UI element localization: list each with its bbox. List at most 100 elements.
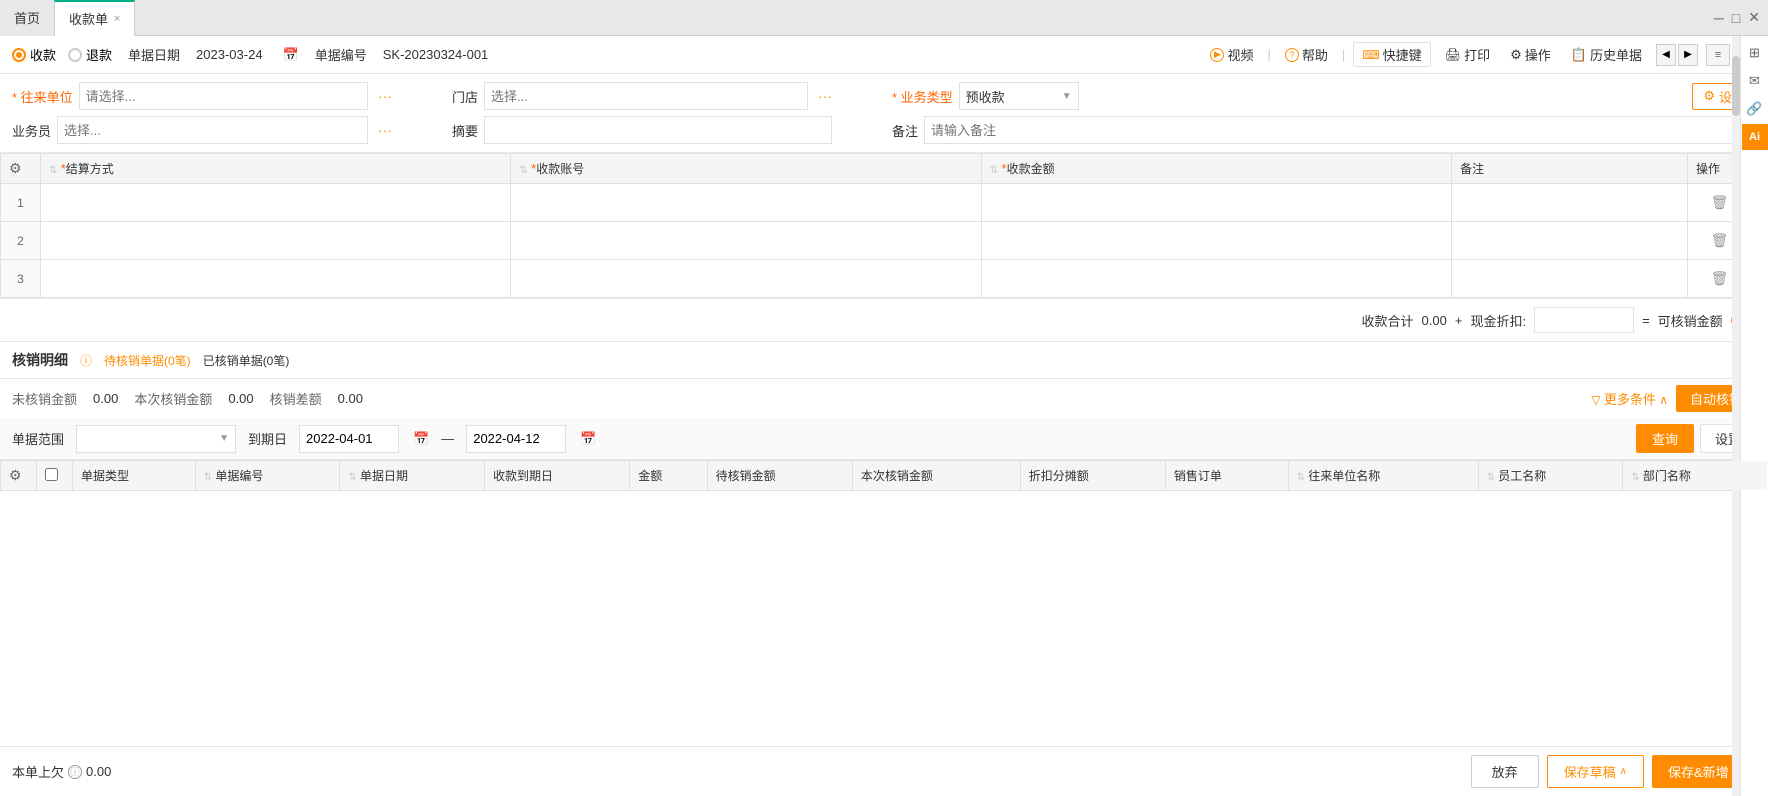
- save-draft-label: 保存草稿: [1564, 762, 1616, 781]
- amount-cell-3[interactable]: [981, 260, 1451, 298]
- ops-icon: ⚙: [1510, 47, 1522, 63]
- counterpart-input[interactable]: [79, 82, 368, 110]
- receipt-radio-dot: [12, 48, 26, 62]
- btth-check: [37, 461, 73, 491]
- th-amount: ⇅ *收款金额: [981, 154, 1451, 184]
- done-tag[interactable]: 已核销单据(0笔): [203, 352, 290, 369]
- receipt-radio[interactable]: 收款: [12, 45, 56, 64]
- staff-more-icon[interactable]: ···: [378, 122, 392, 138]
- history-button[interactable]: 📋 历史单据: [1565, 43, 1648, 66]
- table-row: 1 🗑 ⧉: [1, 184, 1768, 222]
- query-button[interactable]: 查询: [1636, 424, 1694, 453]
- bt-docnum-sort[interactable]: ⇅: [204, 472, 212, 483]
- history-label: 历史单据: [1590, 45, 1642, 64]
- store-input[interactable]: [484, 82, 808, 110]
- discount-input[interactable]: [1534, 307, 1634, 333]
- tab-home[interactable]: 首页: [0, 0, 54, 36]
- remark-input[interactable]: [924, 116, 1756, 144]
- tab-close-icon[interactable]: ×: [114, 13, 120, 25]
- sidebar-table-icon[interactable]: ⊞: [1742, 40, 1768, 66]
- next-button[interactable]: ▶: [1678, 44, 1698, 66]
- range-label: 单据范围: [12, 429, 64, 448]
- row-num-2: 2: [1, 222, 41, 260]
- th-settings: ⚙: [1, 154, 41, 184]
- sidebar-ai-icon[interactable]: Ai: [1742, 124, 1768, 150]
- table-row: 3 🗑 ⧉: [1, 260, 1768, 298]
- scrollbar-thumb[interactable]: [1732, 56, 1740, 116]
- bt-settings-icon[interactable]: ⚙: [9, 467, 22, 483]
- staff-field: 业务员 ···: [12, 116, 392, 144]
- staff-input[interactable]: [57, 116, 368, 144]
- delete-row-3-icon[interactable]: 🗑: [1711, 270, 1729, 287]
- save-draft-button[interactable]: 保存草稿 ∧: [1547, 755, 1644, 788]
- counterpart-field: * 往来单位 ···: [12, 82, 392, 110]
- account-cell-2[interactable]: [511, 222, 981, 260]
- abandon-button[interactable]: 放弃: [1471, 755, 1539, 788]
- calendar-icon[interactable]: 📅: [283, 47, 299, 63]
- biz-type-value: 预收款: [966, 87, 1056, 106]
- sidebar-attach-icon[interactable]: 🔗: [1742, 96, 1768, 122]
- help-label: 帮助: [1302, 45, 1328, 64]
- settle-cell-3[interactable]: [41, 260, 511, 298]
- bt-dept-sort[interactable]: ⇅: [1631, 472, 1639, 483]
- remark-cell-2[interactable]: [1452, 222, 1688, 260]
- verify-info-icon[interactable]: ⓘ: [80, 352, 92, 369]
- bt-staff-sort[interactable]: ⇅: [1487, 472, 1495, 483]
- settle-cell-2[interactable]: [41, 222, 511, 260]
- table-settings-icon[interactable]: ⚙: [9, 160, 22, 176]
- date-separator: —: [441, 431, 454, 446]
- biz-type-select[interactable]: 预收款 ▼: [959, 82, 1079, 110]
- verify-table: ⚙ 单据类型 ⇅ 单据编号 ⇅ 单据日期 收款到期日 金额: [0, 460, 1768, 491]
- help-button[interactable]: ? 帮助: [1279, 43, 1334, 66]
- delete-row-2-icon[interactable]: 🗑: [1711, 232, 1729, 249]
- amount-cell-1[interactable]: [981, 184, 1451, 222]
- btth-due-date: 收款到期日: [485, 461, 630, 491]
- ops-button[interactable]: ⚙ 操作: [1504, 43, 1557, 66]
- account-sort-icon[interactable]: ⇅: [519, 165, 527, 176]
- refund-label: 退款: [86, 45, 112, 64]
- counterpart-more-icon[interactable]: ···: [378, 88, 392, 104]
- tab-receipt[interactable]: 收款单 ×: [54, 0, 135, 36]
- sep2: |: [1342, 47, 1345, 62]
- main-area: 收款 退款 单据日期 2023-03-24 📅 单据编号 SK-20230324…: [0, 36, 1768, 796]
- shortcut-button[interactable]: ⌨ 快捷键: [1353, 42, 1430, 67]
- current-label: 本次核销金额: [134, 389, 212, 408]
- bt-docdate-sort[interactable]: ⇅: [348, 472, 356, 483]
- prev-button[interactable]: ◀: [1656, 44, 1676, 66]
- amount-cell-2[interactable]: [981, 222, 1451, 260]
- settle-sort-icon[interactable]: ⇅: [49, 165, 57, 176]
- remark-cell-3[interactable]: [1452, 260, 1688, 298]
- store-more-icon[interactable]: ···: [818, 88, 832, 104]
- date-from-input[interactable]: [299, 425, 399, 453]
- btth-pending: 待核销金额: [707, 461, 852, 491]
- calendar-from-icon[interactable]: 📅: [413, 431, 429, 447]
- minimize-button[interactable]: ─: [1714, 10, 1724, 26]
- refund-radio[interactable]: 退款: [68, 45, 112, 64]
- discount-label: 现金折扣:: [1470, 311, 1526, 330]
- summary-input[interactable]: [484, 116, 832, 144]
- bottom-table-section: ⚙ 单据类型 ⇅ 单据编号 ⇅ 单据日期 收款到期日 金额: [0, 460, 1768, 746]
- table-row: 2 🗑 ⧉: [1, 222, 1768, 260]
- pending-tag[interactable]: 待核销单据(0笔): [104, 352, 191, 369]
- video-button[interactable]: ▶ 视频: [1204, 43, 1259, 66]
- date-to-input[interactable]: [466, 425, 566, 453]
- settle-cell-1[interactable]: [41, 184, 511, 222]
- bt-counterpart-sort[interactable]: ⇅: [1297, 472, 1305, 483]
- more-conditions-link[interactable]: ▽ 更多条件 ∧: [1591, 389, 1668, 408]
- calendar-to-icon[interactable]: 📅: [580, 431, 596, 447]
- close-button[interactable]: ✕: [1748, 9, 1760, 26]
- list-view-button[interactable]: ≡: [1706, 44, 1730, 66]
- footer-info-icon[interactable]: ⓘ: [68, 765, 82, 779]
- history-icon: 📋: [1571, 47, 1587, 63]
- account-cell-1[interactable]: [511, 184, 981, 222]
- amount-sort-icon[interactable]: ⇅: [990, 165, 998, 176]
- print-button[interactable]: 🖨 打印: [1439, 43, 1497, 66]
- range-select[interactable]: ▼: [76, 425, 236, 453]
- sidebar-email-icon[interactable]: ✉: [1742, 68, 1768, 94]
- account-cell-3[interactable]: [511, 260, 981, 298]
- select-all-checkbox[interactable]: [45, 468, 58, 481]
- maximize-button[interactable]: □: [1732, 10, 1740, 26]
- remark-cell-1[interactable]: [1452, 184, 1688, 222]
- store-field: 门店 ···: [452, 82, 832, 110]
- delete-row-1-icon[interactable]: 🗑: [1711, 194, 1729, 211]
